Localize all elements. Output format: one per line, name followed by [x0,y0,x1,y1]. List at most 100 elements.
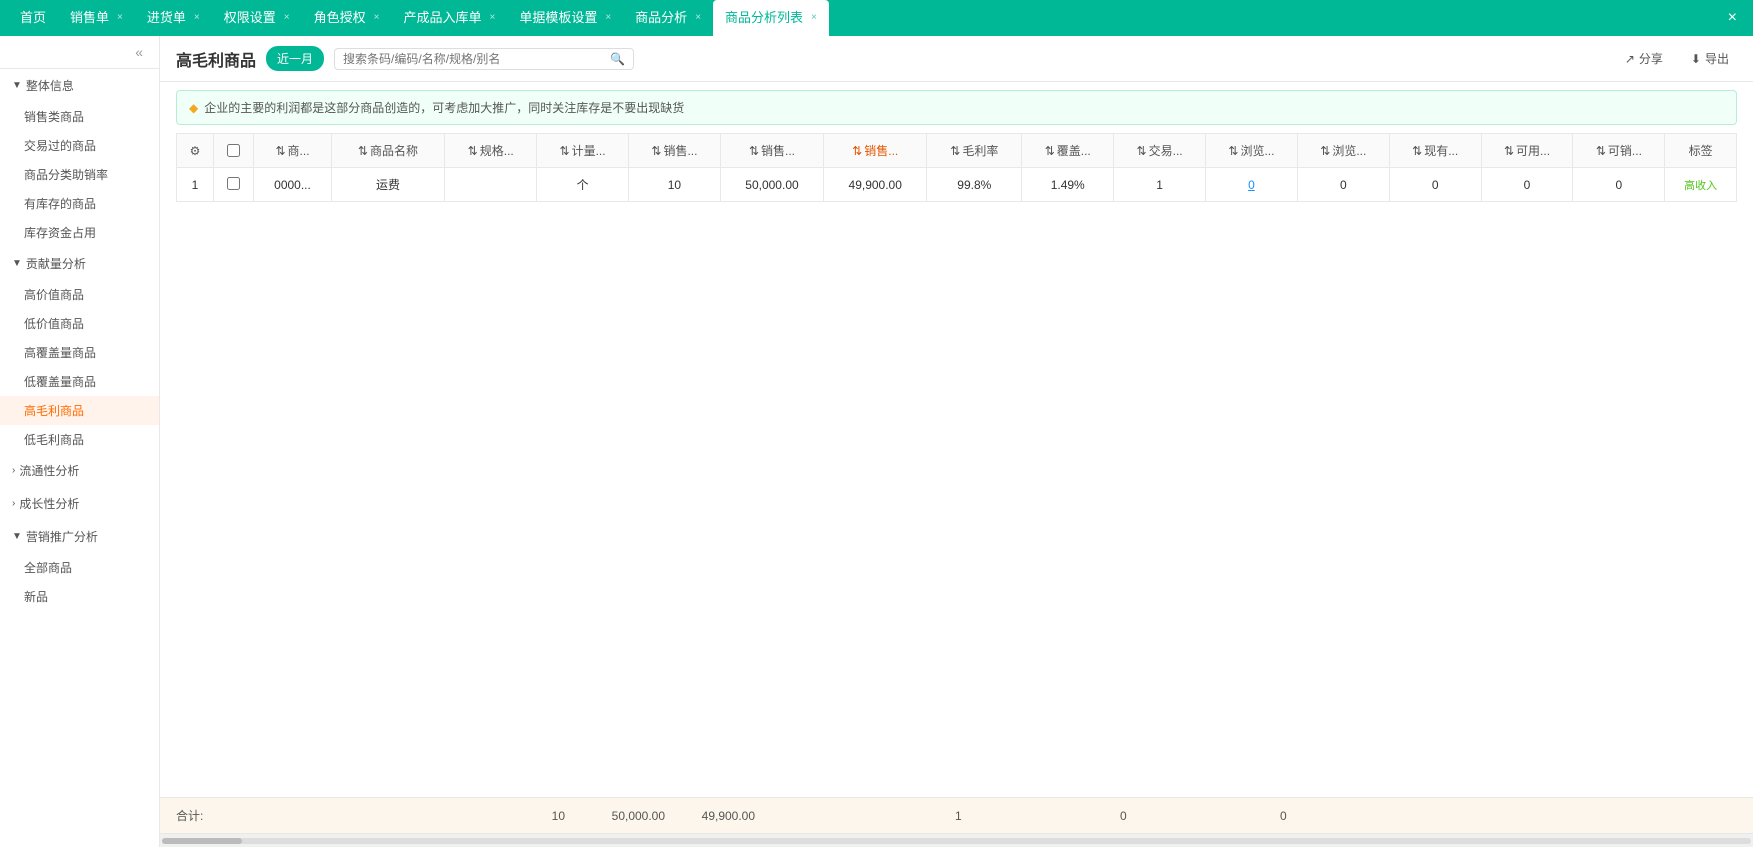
sidebar-item-stock-goods[interactable]: 有库存的商品 [0,189,159,218]
th-sales-amount[interactable]: ⇅ 销售... [720,134,823,168]
cell-margin-rate: 99.8% [927,168,1022,202]
sort-icon-sales-amount: ⇅ [749,144,759,158]
nav-permission[interactable]: 权限设置 × [212,0,302,36]
sidebar-group-growth[interactable]: › 成长性分析 [0,487,159,520]
cell-view2: 0 [1297,168,1389,202]
cell-spec [445,168,537,202]
th-margin-rate[interactable]: ⇅ 毛利率 [927,134,1022,168]
sidebar-item-category-rate[interactable]: 商品分类助销率 [0,160,159,189]
main-layout: « ▼ 整体信息 销售类商品 交易过的商品 商品分类助销率 有库存的商品 库存资… [0,36,1753,847]
sort-icon-coverage: ⇅ [1045,144,1055,158]
th-unit[interactable]: ⇅ 计量... [537,134,629,168]
cell-coverage: 1.49% [1022,168,1114,202]
nav-sales[interactable]: 销售单 × [58,0,135,36]
nav-close-sales[interactable]: × [117,0,123,36]
sidebar-item-new-goods[interactable]: 新品 [0,582,159,611]
nav-purchase[interactable]: 进货单 × [135,0,212,36]
sidebar-group-overall[interactable]: ▼ 整体信息 [0,69,159,102]
th-checkbox[interactable] [213,134,253,168]
sidebar-group-marketing[interactable]: ▼ 营销推广分析 [0,520,159,553]
th-trade[interactable]: ⇅ 交易... [1114,134,1206,168]
nav-home[interactable]: 首页 [8,0,58,36]
th-sales-profit[interactable]: ⇅ 销售... [824,134,927,168]
sidebar-item-all-goods[interactable]: 全部商品 [0,553,159,582]
scrollbar-thumb[interactable] [162,838,242,844]
search-input[interactable] [343,52,610,66]
sidebar-collapse-button[interactable]: « [127,40,151,64]
th-spec[interactable]: ⇅ 规格... [445,134,537,168]
share-button[interactable]: ↗ 分享 [1617,46,1671,71]
sort-icon-sales-qty: ⇅ [651,144,661,158]
th-sales-qty[interactable]: ⇅ 销售... [629,134,721,168]
nav-close-permission[interactable]: × [284,0,290,36]
tag-high-income: 高收入 [1684,180,1717,192]
sidebar-item-low-value[interactable]: 低价值商品 [0,309,159,338]
content-header: 高毛利商品 近一月 🔍 ↗ 分享 ⬇ 导出 [160,36,1753,82]
select-all-checkbox[interactable] [227,144,240,157]
nav-close-product-inbound[interactable]: × [489,0,495,36]
window-close-button[interactable]: × [1720,9,1745,27]
sidebar-group-contribution[interactable]: ▼ 贡献量分析 [0,247,159,280]
th-tag[interactable]: 标签 [1665,134,1737,168]
footer-available: 0 [1243,809,1323,823]
sort-icon-available: ⇅ [1504,144,1514,158]
arrow-contribution-icon: ▼ [12,258,22,269]
search-icon[interactable]: 🔍 [610,52,625,66]
th-available[interactable]: ⇅ 可用... [1481,134,1573,168]
filter-recent-month-button[interactable]: 近一月 [266,46,324,71]
total-label: 合计: [176,807,203,824]
cell-salable: 0 [1573,168,1665,202]
arrow-liquidity-icon: › [12,465,15,476]
th-salable[interactable]: ⇅ 可销... [1573,134,1665,168]
th-current-stock[interactable]: ⇅ 现有... [1389,134,1481,168]
sidebar-item-high-value[interactable]: 高价值商品 [0,280,159,309]
th-view2[interactable]: ⇅ 浏览... [1297,134,1389,168]
th-view1[interactable]: ⇅ 浏览... [1206,134,1298,168]
data-table: ⚙ ⇅ 商... [176,133,1737,202]
cell-current-stock: 0 [1389,168,1481,202]
view1-link[interactable]: 0 [1248,178,1255,192]
footer-sales-amount: 50,000.00 [593,809,683,823]
search-box: 🔍 [334,48,634,70]
nav-close-template[interactable]: × [605,0,611,36]
nav-product-inbound[interactable]: 产成品入库单 × [391,0,507,36]
sidebar-item-low-margin[interactable]: 低毛利商品 [0,425,159,454]
sort-icon-name: ⇅ [358,144,368,158]
nav-product-analysis[interactable]: 商品分析 × [623,0,713,36]
table-header-row: ⚙ ⇅ 商... [177,134,1737,168]
nav-close-role[interactable]: × [374,0,380,36]
cell-checkbox[interactable] [213,168,253,202]
cell-sales-profit: 49,900.00 [824,168,927,202]
sidebar-item-stock-capital[interactable]: 库存资金占用 [0,218,159,247]
page-title: 高毛利商品 [176,47,256,71]
th-coverage[interactable]: ⇅ 覆盖... [1022,134,1114,168]
settings-icon: ⚙ [190,144,201,158]
table-container[interactable]: ⚙ ⇅ 商... [160,133,1753,797]
scrollbar-container[interactable] [160,833,1753,847]
arrow-growth-icon: › [12,498,15,509]
export-button[interactable]: ⬇ 导出 [1683,46,1737,71]
sidebar-group-liquidity[interactable]: › 流通性分析 [0,454,159,487]
sidebar-item-low-coverage[interactable]: 低覆盖量商品 [0,367,159,396]
nav-close-purchase[interactable]: × [194,0,200,36]
nav-template[interactable]: 单据模板设置 × [507,0,623,36]
th-code[interactable]: ⇅ 商... [254,134,331,168]
sidebar-item-sales-goods[interactable]: 销售类商品 [0,102,159,131]
cell-view1[interactable]: 0 [1206,168,1298,202]
nav-role[interactable]: 角色授权 × [302,0,392,36]
row-checkbox[interactable] [227,177,240,190]
cell-code: 0000... [254,168,331,202]
sort-icon-spec: ⇅ [468,144,478,158]
sidebar-item-traded-goods[interactable]: 交易过的商品 [0,131,159,160]
arrow-marketing-icon: ▼ [12,531,22,542]
sidebar-item-high-coverage[interactable]: 高覆盖量商品 [0,338,159,367]
sidebar-item-high-margin[interactable]: 高毛利商品 [0,396,159,425]
footer-sales-profit: 49,900.00 [683,809,773,823]
th-name[interactable]: ⇅ 商品名称 [331,134,445,168]
nav-product-analysis-list[interactable]: 商品分析列表 × [713,0,829,36]
header-actions: ↗ 分享 ⬇ 导出 [1617,46,1737,71]
cell-tag: 高收入 [1665,168,1737,202]
nav-close-product-analysis-list[interactable]: × [811,0,817,36]
th-seq[interactable]: ⚙ [177,134,214,168]
nav-close-product-analysis[interactable]: × [695,0,701,36]
